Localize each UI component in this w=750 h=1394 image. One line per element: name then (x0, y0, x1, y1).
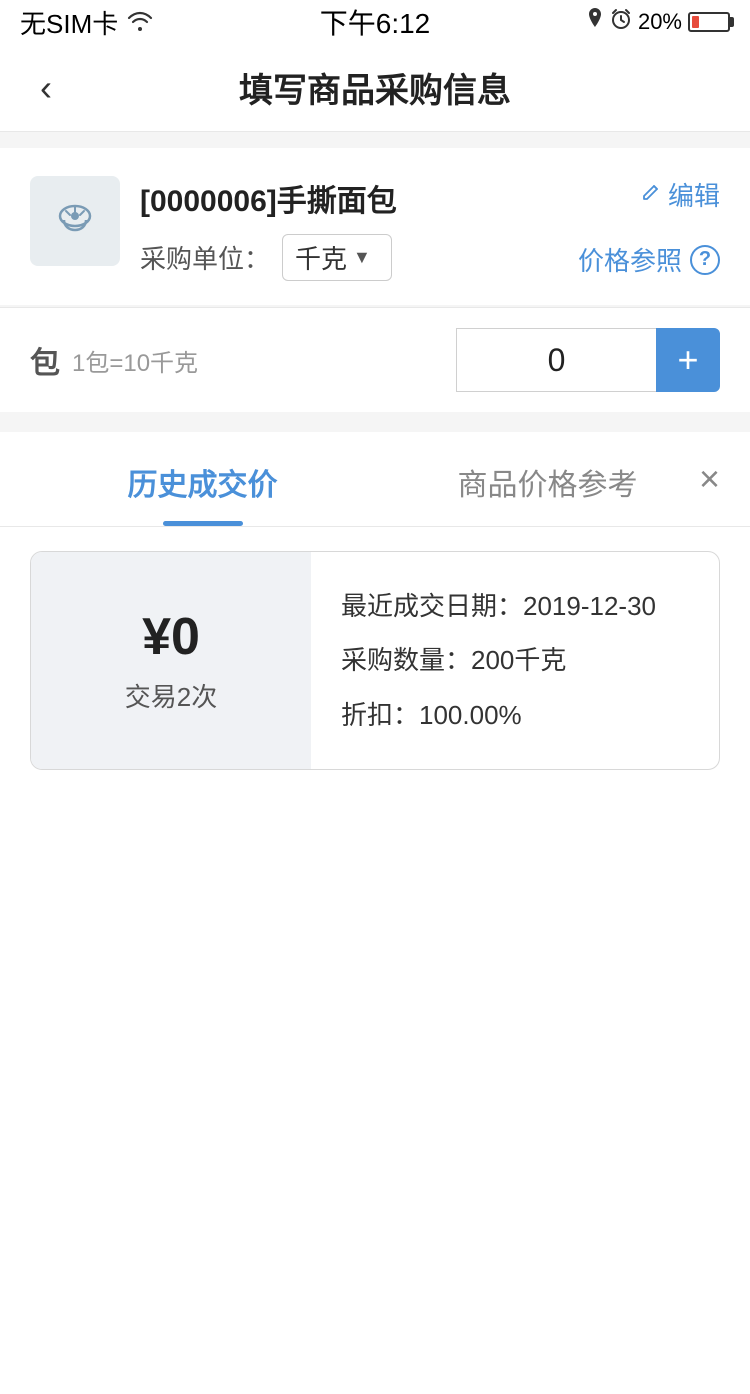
carrier-label: 无SIM卡 (20, 4, 118, 41)
quantity-section: 包 1包=10千克 + (0, 307, 750, 412)
price-ref-row: 价格参照 ? (578, 241, 720, 278)
currency-symbol: ¥ (142, 608, 171, 666)
dropdown-arrow-icon: ▼ (353, 247, 371, 268)
quantity-left: 包 1包=10千克 (30, 338, 198, 382)
edit-icon (640, 179, 664, 210)
battery-percent: 20% (638, 9, 682, 35)
unit-value: 千克 (295, 239, 347, 276)
purchase-qty-row: 采购数量：200千克 (341, 642, 689, 678)
product-left: [0000006]手撕面包 采购单位： 千克 ▼ (30, 176, 397, 281)
product-thumbnail (30, 176, 120, 266)
discount-value: 100.00% (419, 700, 522, 730)
quantity-input[interactable] (456, 328, 656, 392)
recent-date-value: 2019-12-30 (523, 591, 656, 621)
status-left: 无SIM卡 (20, 4, 154, 41)
price-card: ¥0 交易2次 最近成交日期：2019-12-30 采购数量：200千克 折扣：… (30, 551, 720, 770)
alarm-icon (610, 8, 632, 36)
unit-select[interactable]: 千克 ▼ (282, 234, 392, 281)
tabs-section: 历史成交价 商品价格参考 × ¥0 交易2次 最近成交日期：2019-12-30… (0, 432, 750, 794)
close-button[interactable]: × (689, 448, 730, 510)
nav-bar: ‹ 填写商品采购信息 (0, 44, 750, 132)
product-header: [0000006]手撕面包 采购单位： 千克 ▼ 编辑 (30, 176, 720, 281)
price-card-container: ¥0 交易2次 最近成交日期：2019-12-30 采购数量：200千克 折扣：… (0, 527, 750, 794)
help-label: ? (699, 248, 711, 271)
unit-label: 采购单位： (140, 239, 270, 276)
product-name: [0000006]手撕面包 (140, 176, 397, 220)
location-icon (586, 8, 604, 36)
quantity-unit-label: 包 (30, 338, 60, 382)
page-title: 填写商品采购信息 (239, 63, 511, 112)
battery-fill (692, 16, 699, 28)
status-right: 20% (586, 8, 730, 36)
battery-icon (688, 12, 730, 32)
recent-date-row: 最近成交日期：2019-12-30 (341, 588, 689, 624)
tab-history-label: 历史成交价 (128, 469, 278, 502)
status-bar: 无SIM卡 下午6:12 20% (0, 0, 750, 44)
product-info: [0000006]手撕面包 采购单位： 千克 ▼ (140, 176, 397, 281)
tabs-header: 历史成交价 商品价格参考 × (0, 432, 750, 527)
price-ref-link[interactable]: 价格参照 (578, 241, 682, 278)
status-time: 下午6:12 (320, 2, 431, 42)
help-icon[interactable]: ? (690, 245, 720, 275)
tab-history-price[interactable]: 历史成交价 (30, 432, 375, 526)
tab-price-ref-label: 商品价格参考 (458, 469, 638, 502)
back-button[interactable]: ‹ (30, 57, 62, 119)
edit-button[interactable]: 编辑 (640, 176, 720, 213)
quantity-conversion: 1包=10千克 (72, 343, 198, 378)
quantity-plus-button[interactable]: + (656, 328, 720, 392)
discount-label: 折扣： (341, 700, 419, 730)
price-card-right: 最近成交日期：2019-12-30 采购数量：200千克 折扣：100.00% (311, 552, 719, 769)
price-card-left: ¥0 交易2次 (31, 552, 311, 769)
product-section: [0000006]手撕面包 采购单位： 千克 ▼ 编辑 (0, 148, 750, 305)
amount-value: 0 (171, 608, 200, 666)
discount-row: 折扣：100.00% (341, 697, 689, 733)
wifi-icon (126, 7, 154, 38)
edit-label: 编辑 (668, 176, 720, 213)
main-content (0, 794, 750, 1394)
plus-icon: + (677, 339, 698, 381)
recent-date-label: 最近成交日期： (341, 591, 523, 621)
quantity-input-row: + (456, 328, 720, 392)
product-unit-row: 采购单位： 千克 ▼ (140, 234, 397, 281)
purchase-qty-label: 采购数量： (341, 645, 471, 675)
price-amount: ¥0 (142, 607, 200, 667)
tab-product-price-ref[interactable]: 商品价格参考 (375, 432, 720, 526)
purchase-qty-value: 200千克 (471, 645, 566, 675)
price-transactions: 交易2次 (125, 677, 217, 714)
